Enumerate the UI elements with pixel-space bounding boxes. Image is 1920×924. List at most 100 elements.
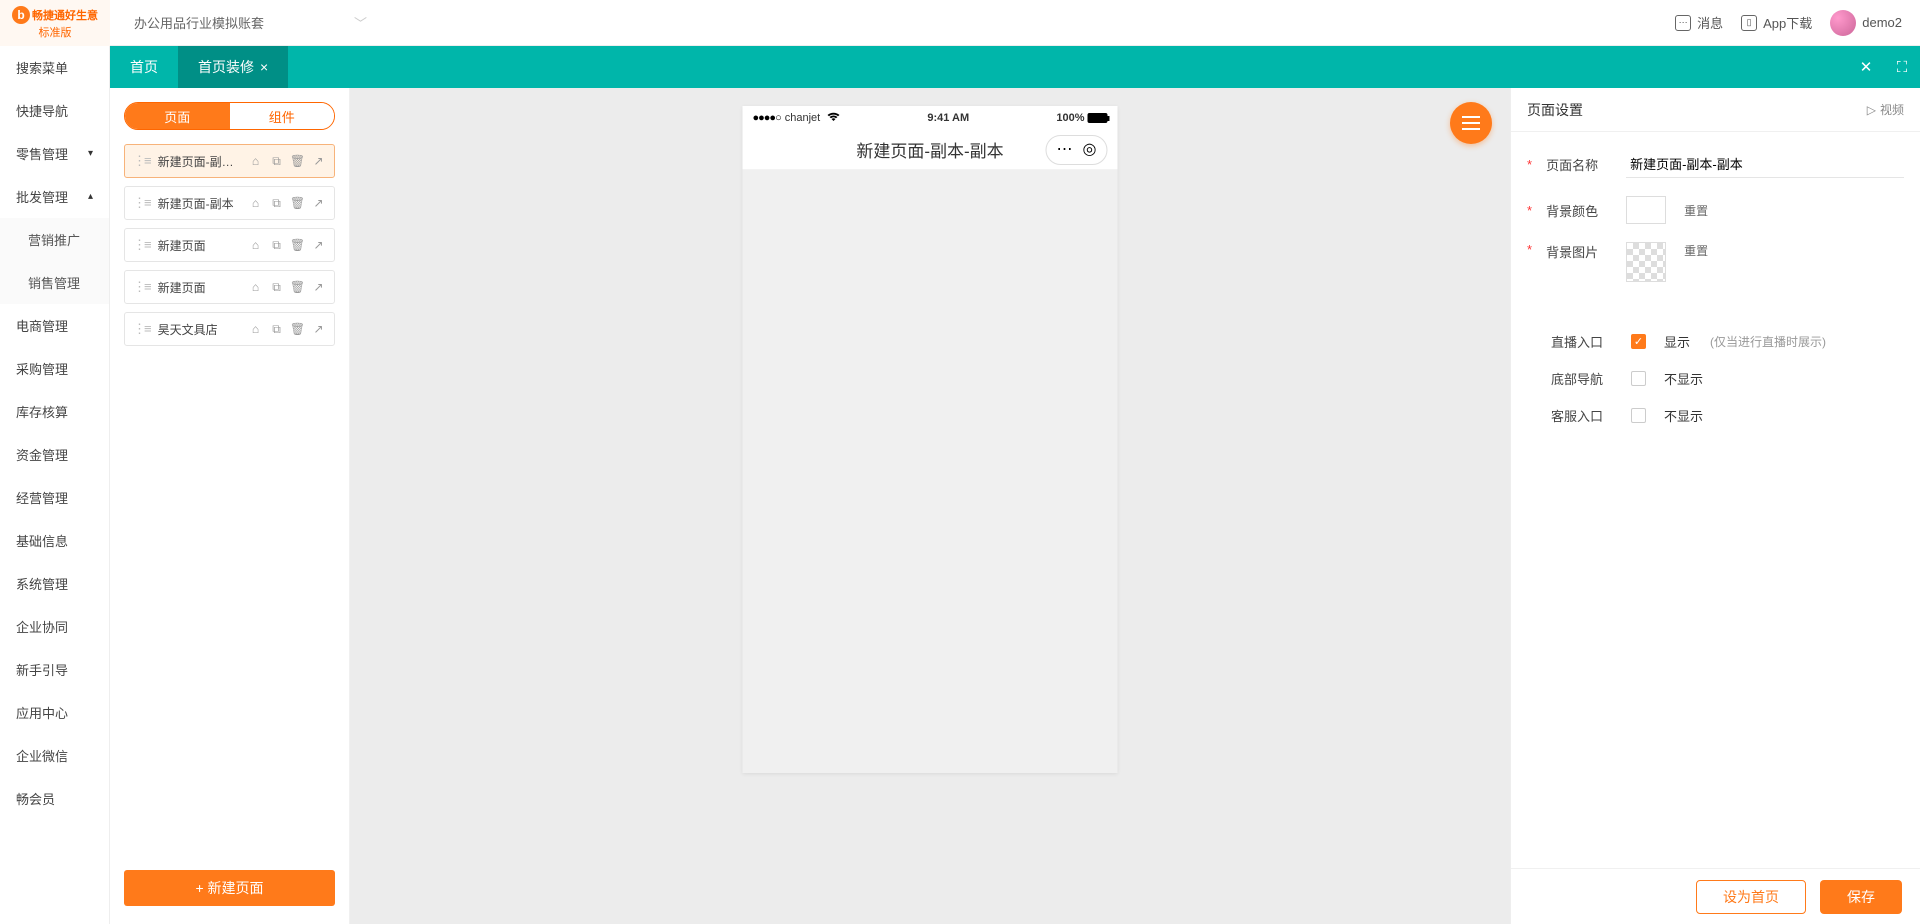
app-download-button[interactable]: ▯ App下载 xyxy=(1741,13,1812,32)
live-checkbox[interactable]: ✓ xyxy=(1631,334,1646,349)
user-menu[interactable]: demo2 xyxy=(1830,10,1902,36)
play-icon: ▷ xyxy=(1867,103,1876,117)
sidebar: 搜索菜单快捷导航零售管理▾批发管理▴营销推广销售管理电商管理采购管理库存核算资金… xyxy=(0,46,110,924)
copy-icon[interactable]: ⧉ xyxy=(269,238,284,253)
phone-statusbar: ●●●●○ chanjet 9:41 AM 100% xyxy=(743,106,1118,130)
sidebar-item[interactable]: 采购管理 xyxy=(0,347,109,390)
sidebar-item[interactable]: 零售管理▾ xyxy=(0,132,109,175)
sidebar-item[interactable]: 库存核算 xyxy=(0,390,109,433)
mini-program-capsule[interactable]: ⋯ ◎ xyxy=(1046,135,1108,165)
account-name: 办公用品行业模拟账套 xyxy=(134,13,264,32)
page-item[interactable]: ⋮≡ 新建页面 ⌂ ⧉ 🗑 ↗ xyxy=(124,228,335,262)
component-drawer-toggle[interactable] xyxy=(1450,102,1492,144)
bgcolor-reset[interactable]: 重置 xyxy=(1684,202,1708,219)
sidebar-item[interactable]: 新手引导 xyxy=(0,648,109,691)
page-item[interactable]: ⋮≡ 新建页面-副本 ⌂ ⧉ 🗑 ↗ xyxy=(124,186,335,220)
segment-component[interactable]: 组件 xyxy=(230,103,335,129)
wifi-icon xyxy=(826,112,840,125)
bgimg-label: 背景图片 xyxy=(1546,242,1614,261)
phone-time: 9:41 AM xyxy=(840,112,1056,124)
bgcolor-label: 背景颜色 xyxy=(1546,201,1614,220)
canvas: ●●●●○ chanjet 9:41 AM 100% 新建页面-副本-副本 ⋯ … xyxy=(350,88,1510,924)
sidebar-item[interactable]: 搜索菜单 xyxy=(0,46,109,89)
share-icon[interactable]: ↗ xyxy=(311,238,326,253)
phone-title: 新建页面-副本-副本 xyxy=(856,137,1003,162)
page-item-name: 新建页面 xyxy=(158,237,240,254)
sidebar-item[interactable]: 批发管理▴ xyxy=(0,175,109,218)
copy-icon[interactable]: ⧉ xyxy=(269,322,284,337)
carrier-text: chanjet xyxy=(785,112,820,124)
sidebar-item[interactable]: 基础信息 xyxy=(0,519,109,562)
share-icon[interactable]: ↗ xyxy=(311,322,326,337)
page-item[interactable]: ⋮≡ 新建页面-副本… ⌂ ⧉ 🗑 ↗ xyxy=(124,144,335,178)
home-icon[interactable]: ⌂ xyxy=(248,154,263,169)
home-icon[interactable]: ⌂ xyxy=(248,238,263,253)
brand-text: 畅捷通好生意 xyxy=(32,7,98,23)
page-item-name: 新建页面-副本… xyxy=(158,153,240,170)
fullscreen-button[interactable]: ⛶ xyxy=(1884,46,1920,88)
chevron-down-icon: ﹀ xyxy=(354,13,367,32)
page-item-name: 新建页面-副本 xyxy=(158,195,240,212)
tabstrip: 首页 首页装修 × ✕ ⛶ xyxy=(110,46,1920,88)
share-icon[interactable]: ↗ xyxy=(311,280,326,295)
drag-handle-icon[interactable]: ⋮≡ xyxy=(133,321,150,337)
delete-icon[interactable]: 🗑 xyxy=(290,238,305,253)
message-icon: ⋯ xyxy=(1675,15,1691,31)
caret-icon: ▾ xyxy=(88,148,93,159)
copy-icon[interactable]: ⧉ xyxy=(269,280,284,295)
set-home-button[interactable]: 设为首页 xyxy=(1696,880,1806,914)
page-name-input[interactable] xyxy=(1626,150,1904,178)
drag-handle-icon[interactable]: ⋮≡ xyxy=(133,195,150,211)
bottom-nav-checkbox[interactable] xyxy=(1631,371,1646,386)
service-checkbox[interactable] xyxy=(1631,408,1646,423)
drag-handle-icon[interactable]: ⋮≡ xyxy=(133,279,150,295)
home-icon[interactable]: ⌂ xyxy=(248,196,263,211)
close-icon[interactable]: × xyxy=(260,59,268,75)
tab-home[interactable]: 首页 xyxy=(110,46,178,88)
more-icon: ⋯ xyxy=(1057,142,1073,158)
delete-icon[interactable]: 🗑 xyxy=(290,154,305,169)
phone-icon: ▯ xyxy=(1741,15,1757,31)
page-name-label: 页面名称 xyxy=(1546,155,1614,174)
sidebar-item[interactable]: 销售管理 xyxy=(0,261,109,304)
battery-text: 100% xyxy=(1056,112,1084,124)
save-button[interactable]: 保存 xyxy=(1820,880,1902,914)
video-help-link[interactable]: ▷ 视频 xyxy=(1867,101,1904,118)
sidebar-item[interactable]: 企业微信 xyxy=(0,734,109,777)
sidebar-item[interactable]: 快捷导航 xyxy=(0,89,109,132)
delete-icon[interactable]: 🗑 xyxy=(290,196,305,211)
delete-icon[interactable]: 🗑 xyxy=(290,322,305,337)
home-icon[interactable]: ⌂ xyxy=(248,322,263,337)
drag-handle-icon[interactable]: ⋮≡ xyxy=(133,153,150,169)
segment-page[interactable]: 页面 xyxy=(125,103,230,129)
share-icon[interactable]: ↗ xyxy=(311,196,326,211)
page-item[interactable]: ⋮≡新建页面⌂⧉🗑↗ xyxy=(124,270,335,304)
page-item[interactable]: ⋮≡昊天文具店⌂⧉🗑↗ xyxy=(124,312,335,346)
messages-button[interactable]: ⋯ 消息 xyxy=(1675,13,1723,32)
bgimg-reset[interactable]: 重置 xyxy=(1684,242,1708,259)
sidebar-item[interactable]: 畅会员 xyxy=(0,777,109,820)
live-label: 直播入口 xyxy=(1551,332,1619,351)
sidebar-item[interactable]: 经营管理 xyxy=(0,476,109,519)
new-page-button[interactable]: + 新建页面 xyxy=(124,870,335,906)
sidebar-item[interactable]: 应用中心 xyxy=(0,691,109,734)
delete-icon[interactable]: 🗑 xyxy=(290,280,305,295)
phone-body[interactable] xyxy=(743,170,1118,773)
copy-icon[interactable]: ⧉ xyxy=(269,196,284,211)
home-icon[interactable]: ⌂ xyxy=(248,280,263,295)
settings-title: 页面设置 xyxy=(1527,100,1583,120)
drag-handle-icon[interactable]: ⋮≡ xyxy=(133,237,150,253)
copy-icon[interactable]: ⧉ xyxy=(269,154,284,169)
share-icon[interactable]: ↗ xyxy=(311,154,326,169)
sidebar-item[interactable]: 系统管理 xyxy=(0,562,109,605)
bgimg-picker[interactable] xyxy=(1626,242,1666,282)
sidebar-item[interactable]: 电商管理 xyxy=(0,304,109,347)
sidebar-item[interactable]: 资金管理 xyxy=(0,433,109,476)
sidebar-item[interactable]: 营销推广 xyxy=(0,218,109,261)
tabstrip-close-button[interactable]: ✕ xyxy=(1848,46,1884,88)
account-selector[interactable]: 办公用品行业模拟账套 ﹀ xyxy=(134,13,367,32)
tab-page-design[interactable]: 首页装修 × xyxy=(178,46,288,88)
bgcolor-swatch[interactable] xyxy=(1626,196,1666,224)
page-list: ⋮≡新建页面-副本…⌂⧉🗑↗⋮≡新建页面-副本⌂⧉🗑↗⋮≡新建页面⌂⧉🗑↗⋮≡新… xyxy=(124,144,335,346)
sidebar-item[interactable]: 企业协同 xyxy=(0,605,109,648)
